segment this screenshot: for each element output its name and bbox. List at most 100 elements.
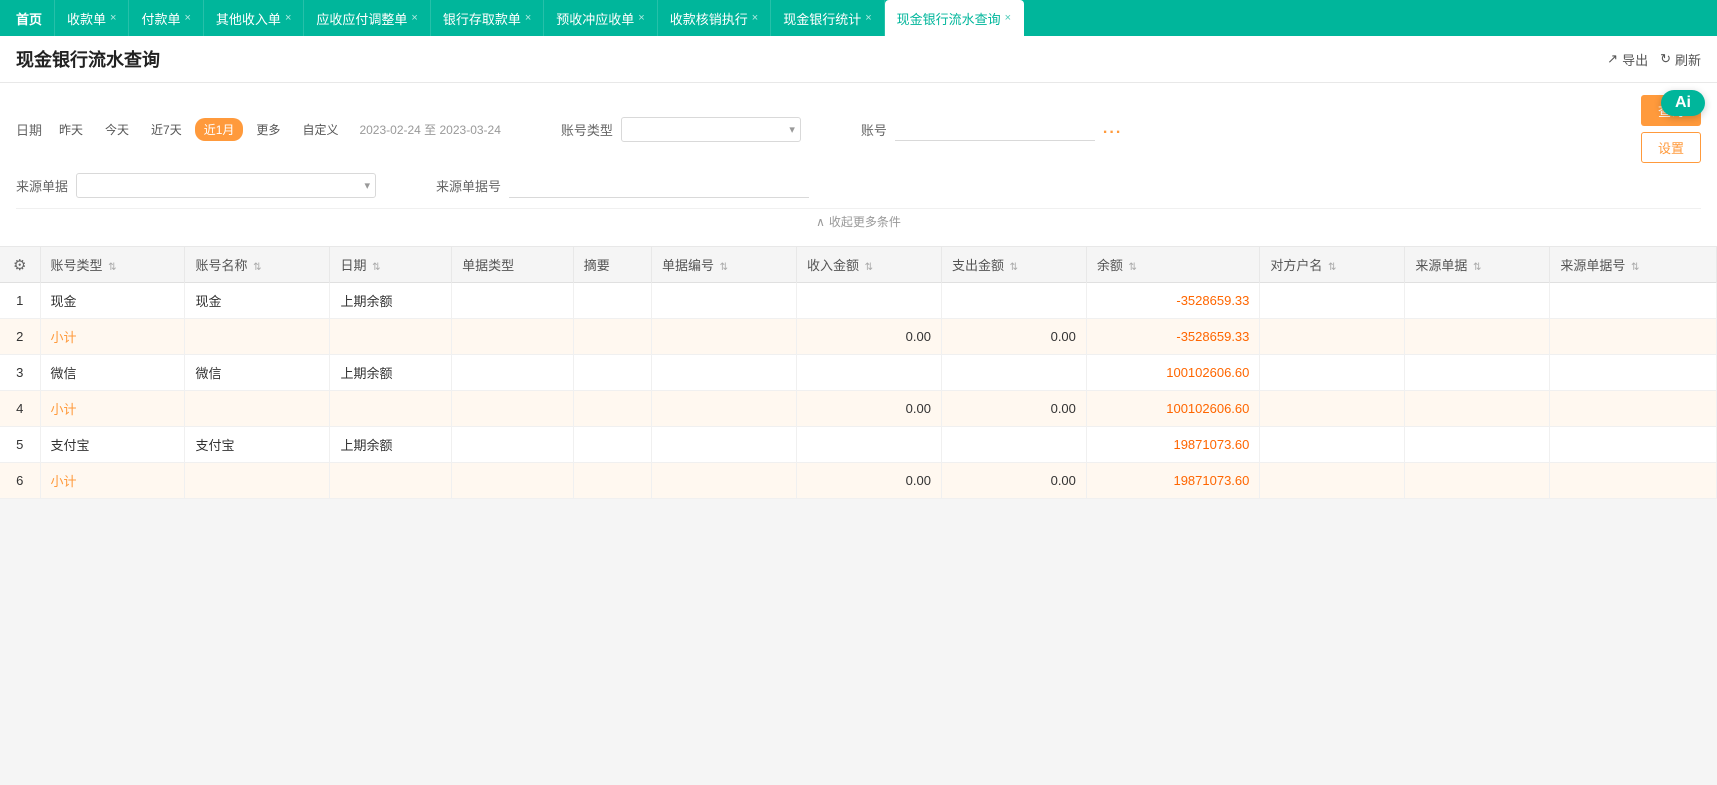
cell-account-type: 小计 [40,319,185,355]
cell-summary [573,319,651,355]
date-btn-today[interactable]: 今天 [96,118,138,141]
cell-source-doc [1405,391,1550,427]
cell-doc-type [452,355,574,391]
col-doc-no[interactable]: 单据编号 ⇅ [652,247,797,283]
date-buttons: 昨天 今天 近7天 近1月 更多 自定义 [50,118,347,141]
row-idx: 4 [0,391,40,427]
settings-button[interactable]: 设置 [1641,132,1701,163]
date-btn-yesterday[interactable]: 昨天 [50,118,92,141]
export-button[interactable]: ↗ 导出 [1607,50,1648,69]
cell-counterpart [1260,463,1405,499]
cell-account-type: 小计 [40,463,185,499]
col-source-doc-no[interactable]: 来源单据号 ⇅ [1550,247,1717,283]
account-dots-button[interactable]: ... [1103,120,1122,138]
cell-balance: 100102606.60 [1086,391,1259,427]
source-doc-no-filter-group: 来源单据号 [436,174,809,198]
cell-expense: 0.00 [941,463,1086,499]
nav-tab-other-income[interactable]: 其他收入单 × [204,0,304,36]
account-type-select[interactable] [621,117,801,142]
account-filter-group: 账号 ... [861,117,1122,141]
col-source-doc-sort-icon: ⇅ [1473,262,1481,273]
col-balance-label: 余额 [1097,258,1123,273]
nav-tab-pre-receive[interactable]: 预收冲应收单 × [544,0,657,36]
cell-income [796,427,941,463]
nav-tab-payment-close[interactable]: × [184,12,190,24]
nav-tab-cash-flow-close[interactable]: × [1005,12,1011,24]
nav-tab-cash-stat[interactable]: 现金银行统计 × [771,0,884,36]
cell-source-doc [1405,283,1550,319]
nav-tab-adjust-close[interactable]: × [411,12,417,24]
cell-summary [573,463,651,499]
col-account-type[interactable]: 账号类型 ⇅ [40,247,185,283]
cell-expense [941,355,1086,391]
nav-tab-receipt-close[interactable]: × [110,12,116,24]
account-type-select-wrapper: ▾ [621,117,801,142]
cell-account-name: 微信 [185,355,330,391]
cell-source-doc-no [1550,427,1717,463]
source-doc-select-wrapper: ▾ [76,173,376,198]
nav-tab-cash-stat-label: 现金银行统计 [783,9,861,28]
date-btn-custom[interactable]: 自定义 [293,118,347,141]
top-navigation: 首页 收款单 × 付款单 × 其他收入单 × 应收应付调整单 × 银行存取款单 … [0,0,1717,36]
col-income[interactable]: 收入金额 ⇅ [796,247,941,283]
col-account-name-label: 账号名称 [195,258,247,273]
nav-tab-writeoff-close[interactable]: × [752,12,758,24]
col-date[interactable]: 日期 ⇅ [330,247,452,283]
nav-tab-bank-deposit[interactable]: 银行存取款单 × [431,0,544,36]
col-source-doc[interactable]: 来源单据 ⇅ [1405,247,1550,283]
nav-tab-writeoff[interactable]: 收款核销执行 × [658,0,771,36]
cell-account-name [185,391,330,427]
source-doc-no-input[interactable] [509,174,809,198]
filter-row-1: 日期 昨天 今天 近7天 近1月 更多 自定义 2023-02-24 至 202… [16,95,1701,163]
date-btn-7days[interactable]: 近7天 [142,118,191,141]
account-type-filter-group: 账号类型 ▾ [561,117,801,142]
cell-summary [573,355,651,391]
col-account-type-label: 账号类型 [51,258,103,273]
cell-account-type: 小计 [40,391,185,427]
nav-tab-home[interactable]: 首页 [4,0,55,36]
account-input[interactable] [895,117,1095,141]
cell-source-doc [1405,319,1550,355]
nav-tab-adjust[interactable]: 应收应付调整单 × [304,0,430,36]
collapse-icon: ∧ [816,215,825,229]
date-filter-group: 日期 昨天 今天 近7天 近1月 更多 自定义 2023-02-24 至 202… [16,118,501,141]
nav-tab-home-label: 首页 [16,9,42,28]
col-counterpart[interactable]: 对方户名 ⇅ [1260,247,1405,283]
table-row: 5支付宝支付宝上期余额19871073.60 [0,427,1717,463]
col-account-name[interactable]: 账号名称 ⇅ [185,247,330,283]
header-actions: ↗ 导出 ↻ 刷新 [1607,50,1701,69]
nav-tab-payment[interactable]: 付款单 × [129,0,203,36]
cell-income: 0.00 [796,391,941,427]
ai-assistant-badge[interactable]: Ai [1661,90,1705,116]
nav-tab-bank-deposit-close[interactable]: × [525,12,531,24]
row-idx: 3 [0,355,40,391]
cell-account-name [185,319,330,355]
cell-date: 上期余额 [330,355,452,391]
collapse-bar[interactable]: ∧ 收起更多条件 [16,208,1701,234]
cell-counterpart [1260,355,1405,391]
col-counterpart-label: 对方户名 [1270,258,1322,273]
nav-tab-receipt[interactable]: 收款单 × [55,0,129,36]
refresh-button[interactable]: ↻ 刷新 [1660,50,1701,69]
nav-tab-other-income-close[interactable]: × [285,12,291,24]
date-btn-1month[interactable]: 近1月 [195,118,244,141]
cell-source-doc [1405,463,1550,499]
col-settings[interactable]: ⚙ [0,247,40,283]
table-row: 6小计0.000.0019871073.60 [0,463,1717,499]
nav-tab-cash-flow[interactable]: 现金银行流水查询 × [885,0,1024,36]
nav-tab-cash-stat-close[interactable]: × [865,12,871,24]
col-balance[interactable]: 余额 ⇅ [1086,247,1259,283]
col-expense-label: 支出金额 [952,258,1004,273]
col-expense[interactable]: 支出金额 ⇅ [941,247,1086,283]
cell-doc-type [452,319,574,355]
date-btn-more[interactable]: 更多 [247,118,289,141]
nav-tab-pre-receive-close[interactable]: × [638,12,644,24]
cell-doc-no [652,355,797,391]
cell-income: 0.00 [796,463,941,499]
source-doc-select[interactable] [76,173,376,198]
settings-gear-icon[interactable]: ⚙ [13,257,26,274]
cell-counterpart [1260,283,1405,319]
nav-tab-pre-receive-label: 预收冲应收单 [556,9,634,28]
col-summary-label: 摘要 [584,258,610,273]
cell-counterpart [1260,319,1405,355]
